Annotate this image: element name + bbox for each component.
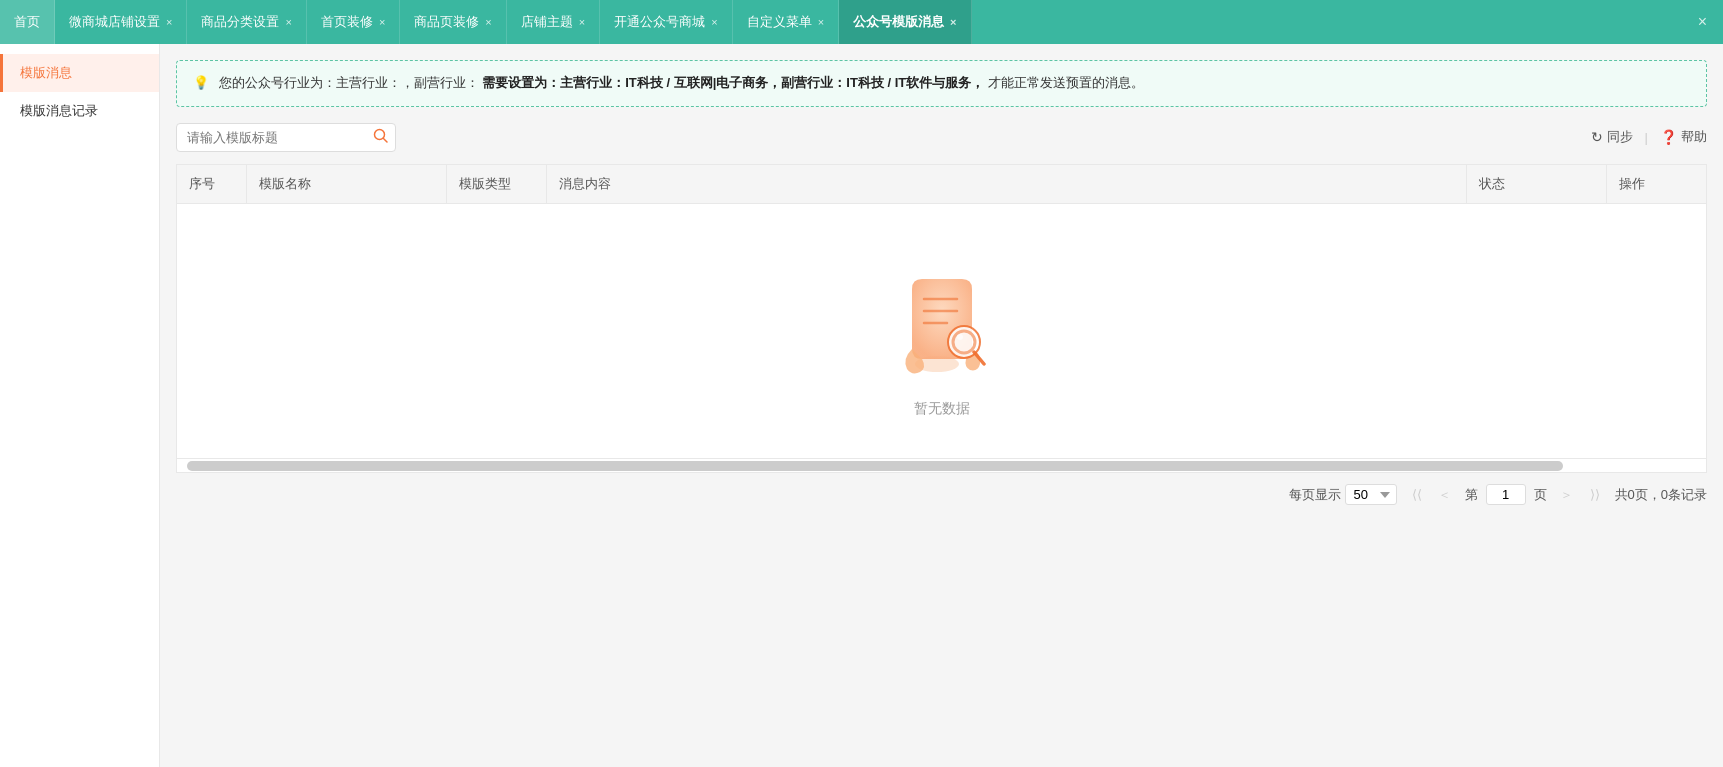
page-total: 共0页，0条记录 — [1615, 486, 1707, 504]
sidebar-item-template-message-log[interactable]: 模版消息记录 — [0, 92, 159, 130]
current-page-input[interactable] — [1486, 484, 1526, 505]
search-button[interactable] — [373, 128, 388, 146]
tab-shop-theme[interactable]: 店铺主题 × — [507, 0, 600, 44]
search-left — [176, 123, 396, 152]
help-button[interactable]: ❓ 帮助 — [1660, 128, 1707, 146]
help-icon: ❓ — [1660, 129, 1677, 145]
col-type: 模版类型 — [447, 164, 547, 203]
page-size-select[interactable]: 50 10 20 100 — [1345, 484, 1397, 505]
sidebar: 模版消息 模版消息记录 — [0, 44, 160, 767]
notice-prefix: 您的公众号行业为：主营行业：，副营行业： — [219, 75, 479, 90]
close-home-decoration[interactable]: × — [379, 16, 385, 28]
svg-line-1 — [384, 139, 388, 143]
tab-product-decoration[interactable]: 商品页装修 × — [400, 0, 506, 44]
tab-shop-theme-label: 店铺主题 — [521, 13, 573, 31]
page-size-label: 每页显示 — [1289, 486, 1341, 504]
col-seq: 序号 — [177, 164, 247, 203]
help-label: 帮助 — [1681, 128, 1707, 146]
tab-product-decoration-label: 商品页装修 — [414, 13, 479, 31]
close-template-message[interactable]: × — [950, 16, 956, 28]
sync-icon: ↻ — [1591, 129, 1603, 145]
sync-label: 同步 — [1607, 128, 1633, 146]
tab-custom-menu-label: 自定义菜单 — [747, 13, 812, 31]
close-shop-settings[interactable]: × — [166, 16, 172, 28]
first-page-button[interactable]: ⟨⟨ — [1405, 483, 1429, 507]
empty-state-row: 暂无数据 — [177, 203, 1707, 458]
table-header-row: 序号 模版名称 模版类型 消息内容 状态 — [177, 164, 1707, 203]
horizontal-scrollbar[interactable] — [176, 459, 1707, 473]
empty-text: 暂无数据 — [914, 400, 970, 418]
tab-home[interactable]: 首页 — [0, 0, 55, 44]
close-product-decoration[interactable]: × — [485, 16, 491, 28]
tab-open-mall[interactable]: 开通公众号商城 × — [600, 0, 732, 44]
empty-illustration — [882, 264, 1002, 384]
close-open-mall[interactable]: × — [711, 16, 717, 28]
page-suffix: 页 — [1534, 486, 1547, 504]
col-name: 模版名称 — [247, 164, 447, 203]
svg-point-9 — [957, 334, 963, 340]
empty-state: 暂无数据 — [177, 204, 1706, 458]
search-bar: ↻ 同步 | ❓ 帮助 — [176, 123, 1707, 152]
close-category-settings[interactable]: × — [285, 16, 291, 28]
tab-category-settings-label: 商品分类设置 — [201, 13, 279, 31]
close-shop-theme[interactable]: × — [579, 16, 585, 28]
tab-template-message-label: 公众号模版消息 — [853, 13, 944, 31]
col-action: 操作 — [1607, 164, 1707, 203]
tab-template-message[interactable]: 公众号模版消息 × — [839, 0, 971, 44]
notice-icon: 💡 — [193, 75, 209, 90]
content-area: 💡 您的公众号行业为：主营行业：，副营行业： 需要设置为：主营行业：IT科技 /… — [160, 44, 1723, 767]
notice-suffix: 才能正常发送预置的消息。 — [988, 75, 1144, 90]
divider: | — [1645, 130, 1648, 145]
close-all-tabs[interactable]: × — [1682, 13, 1723, 31]
tab-home-decoration[interactable]: 首页装修 × — [307, 0, 400, 44]
table-container: 序号 模版名称 模版类型 消息内容 状态 — [176, 164, 1707, 459]
main-layout: 模版消息 模版消息记录 💡 您的公众号行业为：主营行业：，副营行业： 需要设置为… — [0, 44, 1723, 767]
page-prefix: 第 — [1465, 486, 1478, 504]
notice-highlight: 需要设置为：主营行业：IT科技 / 互联网|电子商务，副营行业：IT科技 / I… — [482, 75, 984, 90]
tab-open-mall-label: 开通公众号商城 — [614, 13, 705, 31]
sidebar-item-template-message[interactable]: 模版消息 — [0, 54, 159, 92]
tab-category-settings[interactable]: 商品分类设置 × — [187, 0, 306, 44]
last-page-button[interactable]: ⟩⟩ — [1583, 483, 1607, 507]
tab-home-decoration-label: 首页装修 — [321, 13, 373, 31]
notice-box: 💡 您的公众号行业为：主营行业：，副营行业： 需要设置为：主营行业：IT科技 /… — [176, 60, 1707, 107]
scrollbar-thumb[interactable] — [187, 461, 1563, 471]
data-table: 序号 模版名称 模版类型 消息内容 状态 — [176, 164, 1707, 459]
top-navigation: 首页 微商城店铺设置 × 商品分类设置 × 首页装修 × 商品页装修 × 店铺主… — [0, 0, 1723, 44]
close-custom-menu[interactable]: × — [818, 16, 824, 28]
search-input[interactable] — [176, 123, 396, 152]
page-navigation: ⟨⟨ ＜ 第 页 ＞ ⟩⟩ — [1405, 483, 1607, 507]
next-page-button[interactable]: ＞ — [1555, 483, 1579, 507]
search-right: ↻ 同步 | ❓ 帮助 — [1591, 128, 1707, 146]
prev-page-button[interactable]: ＜ — [1433, 483, 1457, 507]
tab-shop-settings-label: 微商城店铺设置 — [69, 13, 160, 31]
tab-custom-menu[interactable]: 自定义菜单 × — [733, 0, 839, 44]
col-status: 状态 — [1467, 164, 1607, 203]
col-content: 消息内容 — [547, 164, 1467, 203]
tab-home-label: 首页 — [14, 13, 40, 31]
pagination: 每页显示 50 10 20 100 ⟨⟨ ＜ 第 页 ＞ ⟩⟩ 共0页，0条记录 — [176, 473, 1707, 507]
sync-button[interactable]: ↻ 同步 — [1591, 128, 1633, 146]
tab-shop-settings[interactable]: 微商城店铺设置 × — [55, 0, 187, 44]
page-size-selector: 每页显示 50 10 20 100 — [1289, 484, 1397, 505]
